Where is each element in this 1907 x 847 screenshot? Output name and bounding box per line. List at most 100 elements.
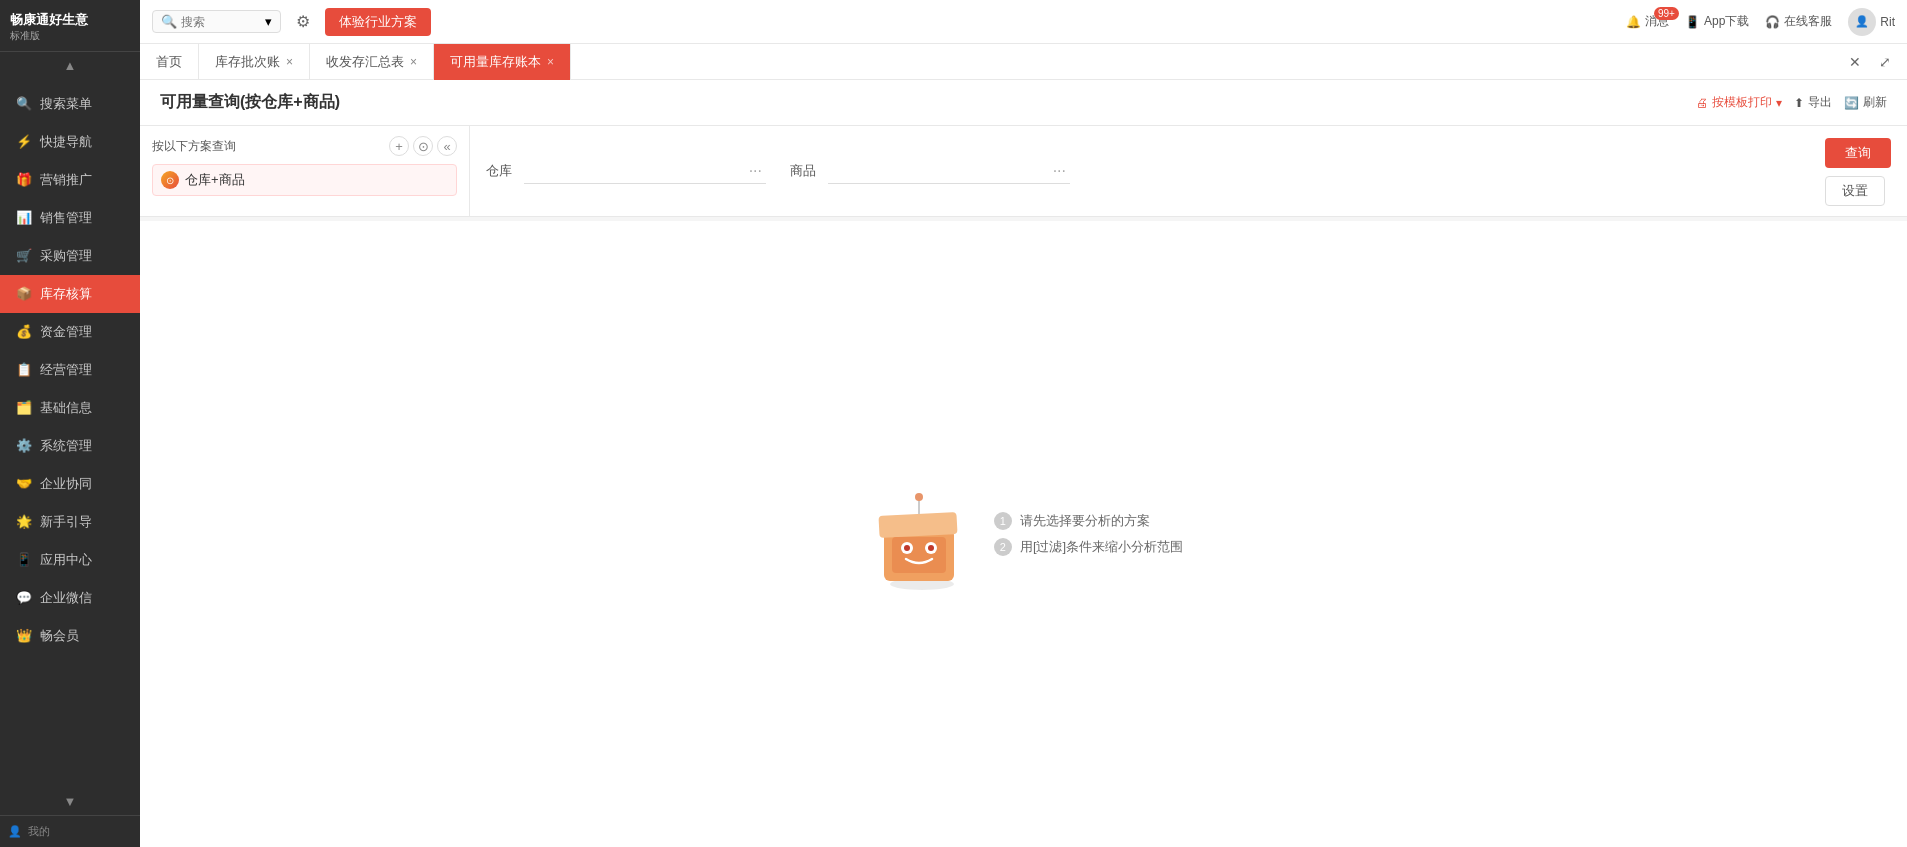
- refresh-button[interactable]: 🔄 刷新: [1844, 94, 1887, 111]
- hint-text-1: 请先选择要分析的方案: [1020, 512, 1150, 530]
- gear-icon[interactable]: ⚙: [289, 8, 317, 36]
- print-dropdown-icon[interactable]: ▾: [1776, 96, 1782, 110]
- warehouse-input[interactable]: [528, 164, 745, 178]
- app-download-button[interactable]: 📱 App下载: [1685, 13, 1749, 30]
- empty-hint-text: 1 请先选择要分析的方案 2 用[过滤]条件来缩小分析范围: [994, 512, 1183, 556]
- sidebar-item-enterprise_collab[interactable]: 🤝企业协同: [0, 465, 140, 503]
- sidebar-item-newcomer_guide[interactable]: 🌟 新手引导: [0, 503, 140, 541]
- product-dots-button[interactable]: ···: [1053, 162, 1066, 180]
- svg-point-6: [904, 545, 910, 551]
- bell-icon: 🔔: [1626, 15, 1641, 29]
- customer-service-label: 在线客服: [1784, 13, 1832, 30]
- sidebar-item-ops_mgmt[interactable]: 📋经营管理: [0, 351, 140, 389]
- sidebar-icon-vip_member: 👑: [16, 628, 32, 644]
- sidebar-item-sys_mgmt[interactable]: ⚙️系统管理: [0, 427, 140, 465]
- sidebar-item-search[interactable]: 🔍搜索菜单: [0, 85, 140, 123]
- product-input[interactable]: [832, 164, 1049, 178]
- page-header: 可用量查询(按仓库+商品) 🖨 按模板打印 ▾ ⬆ 导出 🔄 刷新: [140, 80, 1907, 126]
- tab-available-ledger-label: 可用量库存账本: [450, 53, 541, 71]
- industry-solution-button[interactable]: 体验行业方案: [325, 8, 431, 36]
- filter-add-button[interactable]: +: [389, 136, 409, 156]
- phone-icon: 📱: [1685, 15, 1700, 29]
- tab-receive-summary-label: 收发存汇总表: [326, 53, 404, 71]
- hint-num-1: 1: [994, 512, 1012, 530]
- sidebar-bottom-label: 我的: [28, 824, 50, 839]
- empty-hint-2: 2 用[过滤]条件来缩小分析范围: [994, 538, 1183, 556]
- customer-service-button[interactable]: 🎧 在线客服: [1765, 13, 1832, 30]
- schema-item-icon: ⊙: [161, 171, 179, 189]
- sidebar-icon-newcomer_guide: 🌟: [16, 514, 32, 530]
- sidebar-label-basic_info: 基础信息: [40, 399, 92, 417]
- export-button[interactable]: ⬆ 导出: [1794, 94, 1832, 111]
- refresh-icon: 🔄: [1844, 96, 1859, 110]
- tab-receive-summary[interactable]: 收发存汇总表 ×: [310, 44, 434, 80]
- sidebar-logo-subtitle: 标准版: [10, 29, 130, 43]
- user-profile[interactable]: 👤 Rit: [1848, 8, 1895, 36]
- main-area: 🔍 ▾ ⚙ 体验行业方案 🔔 消息 99+ 📱 App下载 🎧 在线客服 👤: [140, 0, 1907, 847]
- warehouse-input-container: ···: [524, 159, 766, 184]
- sidebar-item-marketing_promo[interactable]: 🎁营销推广: [0, 161, 140, 199]
- empty-state: 1 请先选择要分析的方案 2 用[过滤]条件来缩小分析范围: [140, 221, 1907, 847]
- tab-home-label: 首页: [156, 53, 182, 71]
- avatar: 👤: [1848, 8, 1876, 36]
- query-button[interactable]: 查询: [1825, 138, 1891, 168]
- schema-item-warehouse-product[interactable]: ⊙ 仓库+商品: [152, 164, 457, 196]
- sidebar-item-basic_info[interactable]: 🗂️基础信息: [0, 389, 140, 427]
- tab-available-ledger[interactable]: 可用量库存账本 ×: [434, 44, 571, 80]
- tab-batch-account[interactable]: 库存批次账 ×: [199, 44, 310, 80]
- topbar-right: 🔔 消息 99+ 📱 App下载 🎧 在线客服 👤 Rit: [1626, 8, 1895, 36]
- tab-expand-button[interactable]: ⤢: [1871, 48, 1899, 76]
- sidebar-label-enterprise_collab: 企业协同: [40, 475, 92, 493]
- sidebar-icon-sales_mgmt: 📊: [16, 210, 32, 226]
- hint-num-2: 2: [994, 538, 1012, 556]
- sidebar-item-inventory[interactable]: 📦库存核算: [0, 275, 140, 313]
- print-template-button[interactable]: 🖨 按模板打印 ▾: [1696, 94, 1782, 111]
- svg-rect-2: [878, 512, 957, 538]
- content-area: 可用量查询(按仓库+商品) 🖨 按模板打印 ▾ ⬆ 导出 🔄 刷新: [140, 80, 1907, 847]
- messages-badge: 99+: [1654, 7, 1679, 20]
- filter-collapse-button[interactable]: «: [437, 136, 457, 156]
- tab-batch-account-label: 库存批次账: [215, 53, 280, 71]
- tab-close-all-button[interactable]: ✕: [1841, 48, 1869, 76]
- filter-row-1: 仓库 ··· 商品 ··· 查询: [486, 136, 1891, 206]
- product-filter-field: 商品 ···: [790, 159, 1070, 184]
- sidebar-scroll-up[interactable]: ▲: [0, 52, 140, 79]
- refresh-label: 刷新: [1863, 94, 1887, 111]
- schema-item-label: 仓库+商品: [185, 171, 245, 189]
- sidebar-item-app_center[interactable]: 📱应用中心: [0, 541, 140, 579]
- sidebar-bottom[interactable]: 👤 我的: [0, 815, 140, 847]
- empty-robot-svg: [864, 484, 974, 594]
- schema-icon: ⊙: [166, 175, 174, 186]
- sidebar-item-vip_member[interactable]: 👑 畅会员: [0, 617, 140, 655]
- sidebar-item-sales_mgmt[interactable]: 📊销售管理: [0, 199, 140, 237]
- print-label: 按模板打印: [1712, 94, 1772, 111]
- filter-section-title: 按以下方案查询: [152, 138, 236, 155]
- sidebar-item-finance_mgmt[interactable]: 💰资金管理: [0, 313, 140, 351]
- sidebar-item-purchase_mgmt[interactable]: 🛒采购管理: [0, 237, 140, 275]
- tab-receive-summary-close[interactable]: ×: [410, 55, 417, 69]
- sidebar-item-shortcuts[interactable]: ⚡快捷导航: [0, 123, 140, 161]
- warehouse-dots-button[interactable]: ···: [749, 162, 762, 180]
- tab-batch-account-close[interactable]: ×: [286, 55, 293, 69]
- sidebar-icon-app_center: 📱: [16, 552, 32, 568]
- sidebar-label-newcomer_guide: 新手引导: [40, 513, 92, 531]
- search-input[interactable]: [181, 15, 261, 29]
- topbar: 🔍 ▾ ⚙ 体验行业方案 🔔 消息 99+ 📱 App下载 🎧 在线客服 👤: [140, 0, 1907, 44]
- tab-home[interactable]: 首页: [140, 44, 199, 80]
- filter-left-icons: + ⊙ «: [389, 136, 457, 156]
- warehouse-filter-field: 仓库 ···: [486, 159, 766, 184]
- sidebar-label-vip_member: 畅会员: [40, 627, 79, 645]
- sidebar-scroll-down[interactable]: ▼: [0, 788, 140, 815]
- tab-available-ledger-close[interactable]: ×: [547, 55, 554, 69]
- sidebar-label-search: 搜索菜单: [40, 95, 92, 113]
- topbar-search-box[interactable]: 🔍 ▾: [152, 10, 281, 33]
- filter-settings-button[interactable]: ⊙: [413, 136, 433, 156]
- dropdown-icon[interactable]: ▾: [265, 14, 272, 29]
- search-icon: 🔍: [161, 14, 177, 29]
- messages-button[interactable]: 🔔 消息 99+: [1626, 13, 1669, 30]
- sidebar-label-ops_mgmt: 经营管理: [40, 361, 92, 379]
- sidebar-label-inventory: 库存核算: [40, 285, 92, 303]
- sidebar-item-enterprise_wechat[interactable]: 💬企业微信: [0, 579, 140, 617]
- settings-button[interactable]: 设置: [1825, 176, 1885, 206]
- sidebar-label-finance_mgmt: 资金管理: [40, 323, 92, 341]
